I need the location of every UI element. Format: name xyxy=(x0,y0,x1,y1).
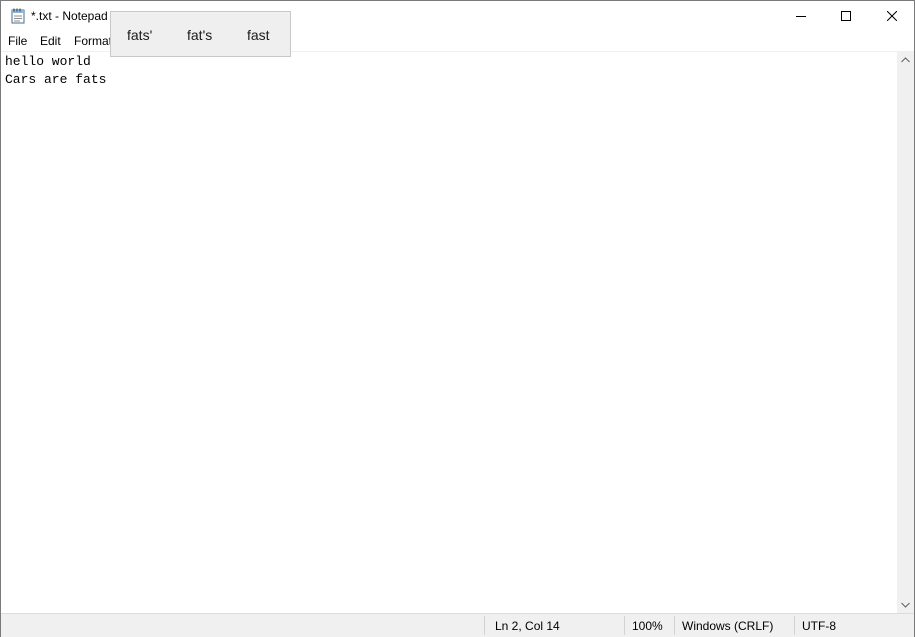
window-title: *.txt - Notepad xyxy=(31,9,108,23)
menu-file[interactable]: File xyxy=(8,34,27,48)
chevron-up-icon xyxy=(901,56,910,62)
line-ending: Windows (CRLF) xyxy=(682,619,774,633)
encoding: UTF-8 xyxy=(802,619,836,633)
editor-line: hello world xyxy=(5,54,91,69)
vertical-scrollbar[interactable] xyxy=(897,51,914,613)
scroll-down-button[interactable] xyxy=(897,596,914,613)
status-divider xyxy=(484,616,485,635)
scroll-up-button[interactable] xyxy=(897,51,914,68)
close-button[interactable] xyxy=(869,1,915,31)
status-bar: Ln 2, Col 14 100% Windows (CRLF) UTF-8 xyxy=(1,613,914,637)
minimize-button[interactable] xyxy=(778,1,824,31)
maximize-icon xyxy=(841,11,851,21)
suggestion-item[interactable]: fat's xyxy=(187,27,212,43)
chevron-down-icon xyxy=(901,602,910,608)
suggestion-item[interactable]: fats' xyxy=(127,27,152,43)
text-suggestions-popup: fats' fat's fast xyxy=(110,11,291,57)
cursor-position: Ln 2, Col 14 xyxy=(495,619,560,633)
editor-line: Cars are fats xyxy=(5,72,107,87)
status-divider xyxy=(674,616,675,635)
minimize-icon xyxy=(796,16,806,17)
zoom-level: 100% xyxy=(632,619,663,633)
suggestion-item[interactable]: fast xyxy=(247,27,270,43)
status-divider xyxy=(624,616,625,635)
notepad-window: *.txt - Notepad File Edit Format hello w… xyxy=(0,0,915,637)
notepad-icon xyxy=(11,8,25,24)
menu-edit[interactable]: Edit xyxy=(40,34,61,48)
menu-format[interactable]: Format xyxy=(74,34,112,48)
text-editor[interactable]: hello world Cars are fats xyxy=(1,51,897,614)
status-divider xyxy=(794,616,795,635)
maximize-button[interactable] xyxy=(823,1,869,31)
close-icon xyxy=(887,11,897,21)
